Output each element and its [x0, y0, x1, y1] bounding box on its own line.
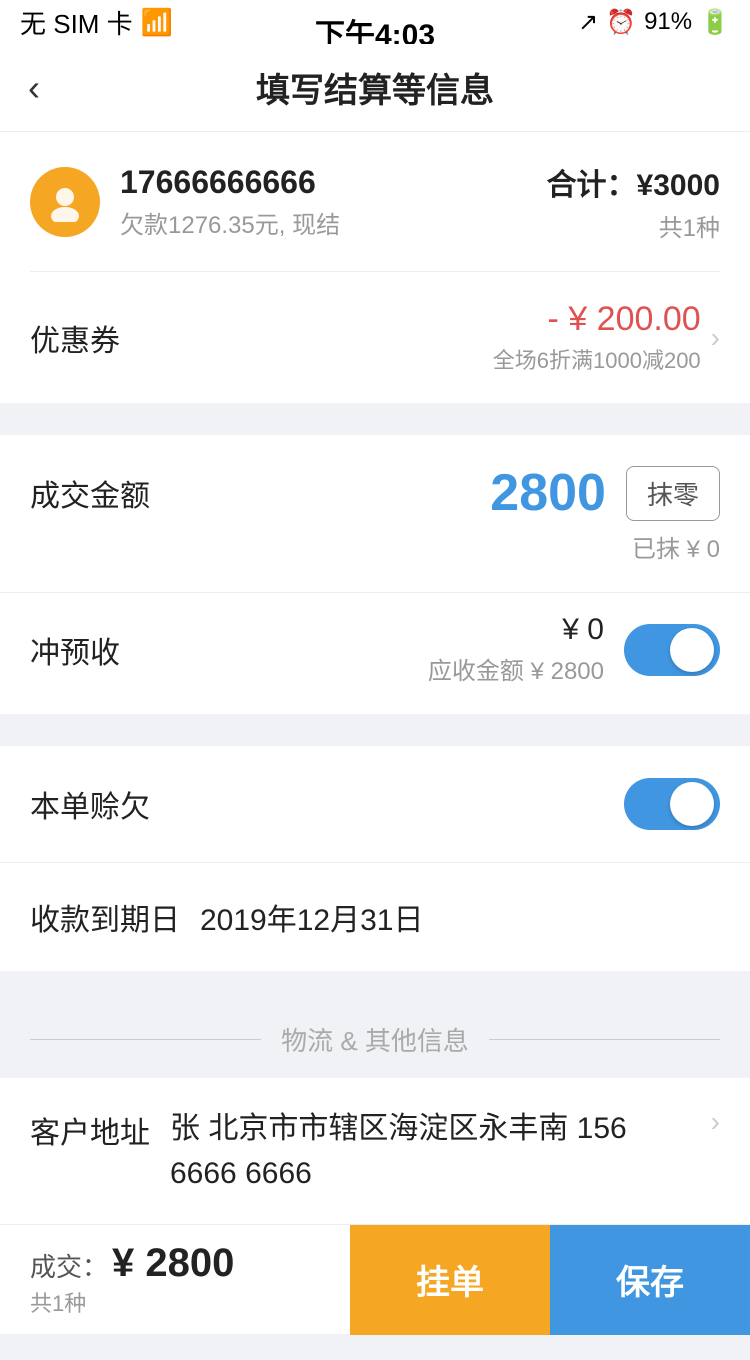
total-amount: 合计：¥3000 — [547, 160, 720, 204]
pending-button[interactable]: 挂单 — [350, 1225, 550, 1335]
coupon-label: 优惠券 — [30, 316, 120, 360]
amount-value: 2800 — [490, 463, 606, 523]
prepaid-label: 冲预收 — [30, 628, 120, 672]
logistics-title: 物流 & 其他信息 — [281, 1021, 469, 1058]
address-label: 客户地址 — [30, 1106, 150, 1152]
page-title: 填写结算等信息 — [256, 63, 494, 112]
customer-sub: 欠款1276.35元, 现结 — [120, 205, 340, 240]
debt-section: 本单赊欠 — [0, 746, 750, 862]
duedate-section: 收款到期日 2019年12月31日 — [0, 862, 750, 971]
debt-toggle[interactable] — [624, 778, 720, 830]
avatar — [30, 167, 100, 237]
bottom-amount: ¥ 2800 — [112, 1241, 234, 1286]
wifi-icon: 📶 — [141, 7, 173, 38]
coupon-row[interactable]: 优惠券 - ¥ 200.00 全场6折满1000减200 › — [0, 272, 750, 403]
debt-toggle-knob — [670, 782, 714, 826]
prepaid-right: ¥ 0 应收金额 ¥ 2800 — [428, 613, 720, 686]
customer-info: 17666666666 欠款1276.35元, 现结 — [120, 164, 340, 240]
section-separator-1 — [0, 419, 750, 435]
address-value: 张 北京市市辖区海淀区永丰南 156 6666 6666 — [170, 1106, 691, 1196]
total-count: 共1种 — [547, 208, 720, 243]
coupon-desc: 全场6折满1000减200 — [493, 343, 701, 375]
amount-sub: 已抹 ¥ 0 — [30, 529, 720, 564]
content-area: 17666666666 欠款1276.35元, 现结 合计：¥3000 共1种 … — [0, 132, 750, 1360]
logistics-header: 物流 & 其他信息 — [0, 1001, 750, 1078]
amount-row: 成交金额 2800 抹零 — [30, 463, 720, 523]
status-right: ↗ ⏰ 91% 🔋 — [578, 8, 730, 37]
duedate-label: 收款到期日 — [30, 895, 180, 939]
logistics-line-left — [30, 1039, 261, 1040]
section-separator-2 — [0, 730, 750, 746]
address-section[interactable]: 客户地址 张 北京市市辖区海淀区永丰南 156 6666 6666 › — [0, 1078, 750, 1224]
prepaid-section: 冲预收 ¥ 0 应收金额 ¥ 2800 — [0, 592, 750, 714]
amount-section: 成交金额 2800 抹零 已抹 ¥ 0 — [0, 435, 750, 592]
bottom-count: 共1种 — [30, 1286, 320, 1318]
duedate-value: 2019年12月31日 — [200, 895, 423, 939]
page-header: ‹ 填写结算等信息 — [0, 44, 750, 132]
carrier-text: 无 SIM 卡 — [20, 4, 133, 41]
save-button[interactable]: 保存 — [550, 1225, 750, 1335]
coupon-discount: - ¥ 200.00 — [493, 300, 701, 339]
customer-phone: 17666666666 — [120, 164, 340, 201]
alarm-icon: ⏰ — [606, 8, 636, 37]
chevron-right-icon: › — [711, 322, 720, 354]
prepaid-amount: ¥ 0 — [428, 613, 604, 647]
toggle-knob — [670, 628, 714, 672]
debt-label: 本单赊欠 — [30, 782, 150, 826]
logistics-line-right — [489, 1039, 720, 1040]
address-chevron-icon: › — [711, 1106, 720, 1138]
back-button[interactable]: ‹ — [28, 67, 40, 109]
amount-right: 2800 抹零 — [490, 463, 720, 523]
prepaid-amounts: ¥ 0 应收金额 ¥ 2800 — [428, 613, 604, 686]
customer-left: 17666666666 欠款1276.35元, 现结 — [30, 164, 340, 240]
address-card: 客户地址 张 北京市市辖区海淀区永丰南 156 6666 6666 › — [0, 1078, 750, 1224]
coupon-right: - ¥ 200.00 全场6折满1000减200 — [493, 300, 701, 375]
battery-icon: 🔋 — [700, 8, 730, 37]
logistics-sep — [0, 987, 750, 1001]
location-icon: ↗ — [578, 8, 598, 37]
amount-label: 成交金额 — [30, 471, 150, 515]
status-bar: 无 SIM 卡 📶 下午4:03 ↗ ⏰ 91% 🔋 — [0, 0, 750, 44]
battery-text: 91% — [644, 8, 692, 36]
prepaid-toggle[interactable] — [624, 624, 720, 676]
prepaid-row: 冲预收 ¥ 0 应收金额 ¥ 2800 — [30, 613, 720, 686]
round-button[interactable]: 抹零 — [626, 466, 720, 521]
prepaid-sub: 应收金额 ¥ 2800 — [428, 651, 604, 686]
debt-card: 本单赊欠 收款到期日 2019年12月31日 — [0, 746, 750, 971]
customer-right: 合计：¥3000 共1种 — [547, 160, 720, 243]
status-left: 无 SIM 卡 📶 — [20, 4, 173, 41]
bottom-deal-label: 成交： — [30, 1247, 108, 1284]
bottom-bar: 成交： ¥ 2800 共1种 挂单 保存 — [0, 1224, 750, 1334]
customer-row: 17666666666 欠款1276.35元, 现结 合计：¥3000 共1种 — [0, 132, 750, 271]
customer-card: 17666666666 欠款1276.35元, 现结 合计：¥3000 共1种 … — [0, 132, 750, 403]
bottom-summary: 成交： ¥ 2800 共1种 — [0, 1241, 350, 1318]
amount-card: 成交金额 2800 抹零 已抹 ¥ 0 冲预收 ¥ 0 应收金额 ¥ 2800 — [0, 435, 750, 714]
